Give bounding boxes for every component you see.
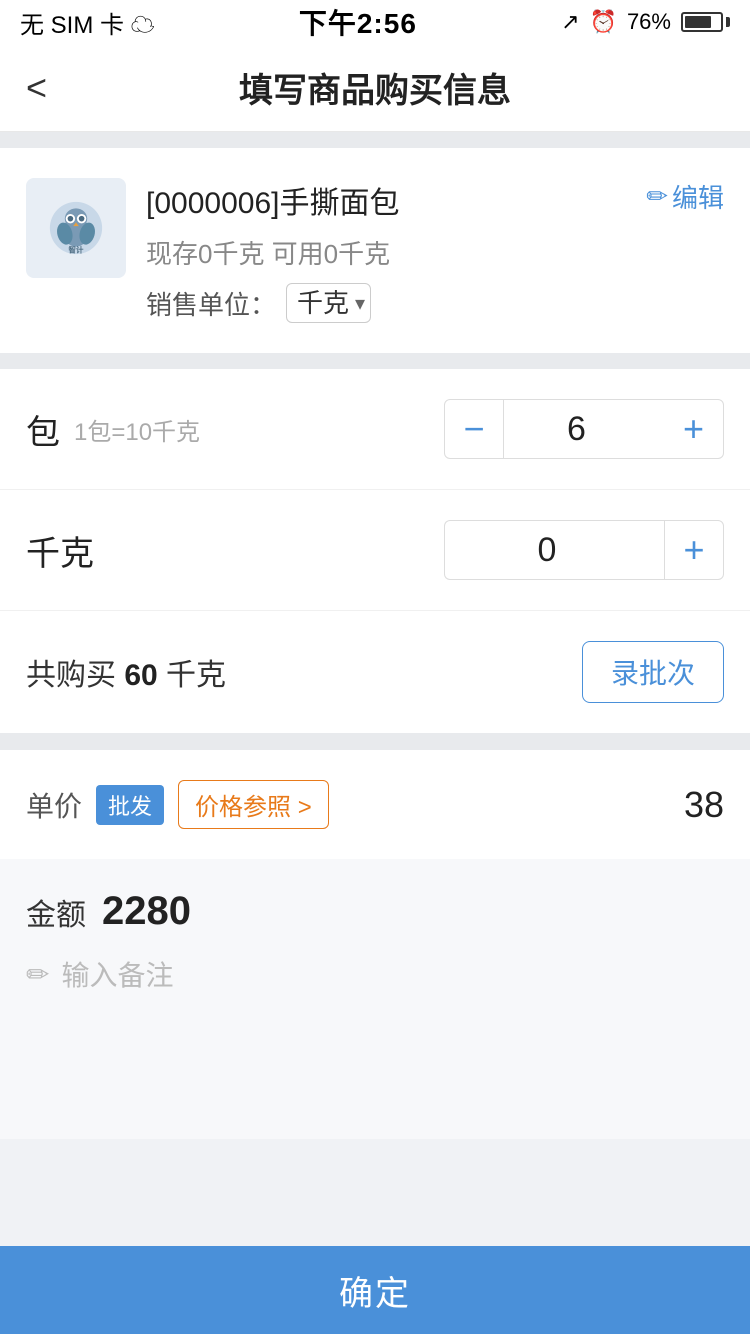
edit-button[interactable]: ✏ 编辑 bbox=[646, 178, 724, 215]
total-row: 共购买 60 千克 录批次 bbox=[0, 611, 750, 733]
pencil-icon: ✏ bbox=[26, 958, 49, 991]
quantity-row-kg: 千克 + bbox=[0, 490, 750, 611]
section-divider-2 bbox=[0, 733, 750, 749]
unit-label: 销售单位： bbox=[146, 285, 276, 322]
edit-icon: ✏ bbox=[646, 181, 668, 212]
product-name: [0000006]手撕面包 bbox=[146, 178, 646, 222]
edit-label: 编辑 bbox=[672, 178, 724, 215]
quantity-section: 包 1包=10千克 − + 千克 + bbox=[0, 369, 750, 611]
status-right: ↗ ⏰ 76% bbox=[561, 9, 730, 35]
amount-label: 金额 bbox=[26, 890, 86, 934]
quantity-row-bao: 包 1包=10千克 − + bbox=[0, 369, 750, 490]
status-left: 无 SIM 卡 ☁ bbox=[20, 5, 155, 40]
price-section: 单价 批发 价格参照 > 38 bbox=[0, 749, 750, 859]
bottom-spacer bbox=[0, 1139, 750, 1227]
status-bar: 无 SIM 卡 ☁ 下午2:56 ↗ ⏰ 76% bbox=[0, 0, 750, 44]
bao-minus-button[interactable]: − bbox=[444, 399, 504, 459]
back-button[interactable]: < bbox=[26, 67, 47, 109]
product-unit-row: 销售单位： 千克 包 克 bbox=[146, 283, 724, 323]
total-amount: 60 bbox=[124, 659, 157, 692]
confirm-section[interactable]: 确定 bbox=[0, 1246, 750, 1334]
price-left: 单价 批发 价格参照 > bbox=[26, 780, 329, 829]
amount-value: 2280 bbox=[102, 889, 191, 934]
svg-text:智计: 智计 bbox=[69, 244, 84, 254]
price-label: 单价 bbox=[26, 785, 82, 825]
product-thumbnail: 智计 bbox=[26, 178, 126, 278]
top-divider bbox=[0, 132, 750, 148]
unit-select-wrap[interactable]: 千克 包 克 bbox=[286, 283, 371, 323]
alarm-icon: ⏰ bbox=[590, 9, 617, 35]
nav-bar: < 填写商品购买信息 bbox=[0, 44, 750, 132]
bao-quantity-input[interactable] bbox=[504, 399, 664, 459]
page-title: 填写商品购买信息 bbox=[239, 63, 511, 112]
bao-quantity-control: − + bbox=[444, 399, 724, 459]
confirm-button-label: 确定 bbox=[339, 1266, 411, 1315]
unit-select[interactable]: 千克 包 克 bbox=[286, 283, 371, 323]
amount-section: 金额 2280 ✏ 输入备注 bbox=[0, 859, 750, 1139]
price-badge: 批发 bbox=[96, 785, 164, 825]
total-text: 共购买 60 千克 bbox=[26, 650, 226, 694]
sim-label: 无 SIM 卡 ☁ bbox=[20, 5, 155, 40]
amount-row: 金额 2280 bbox=[26, 889, 724, 934]
status-time: 下午2:56 bbox=[299, 2, 417, 42]
kg-quantity-control: + bbox=[444, 520, 724, 580]
product-logo: 智计 bbox=[48, 200, 104, 256]
kg-quantity-input[interactable] bbox=[444, 520, 664, 580]
kg-label-group: 千克 bbox=[26, 526, 444, 575]
price-ref-button[interactable]: 价格参照 > bbox=[178, 780, 329, 829]
product-info: [0000006]手撕面包 ✏ 编辑 现存0千克 可用0千克 销售单位： 千克 … bbox=[146, 178, 724, 323]
bao-label-group: 包 1包=10千克 bbox=[26, 405, 444, 454]
bao-main-label: 包 bbox=[26, 405, 60, 454]
product-card: 智计 [0000006]手撕面包 ✏ 编辑 现存0千克 可用0千克 销售单位： … bbox=[0, 148, 750, 353]
location-icon: ↗ bbox=[561, 9, 579, 35]
note-placeholder[interactable]: 输入备注 bbox=[61, 954, 173, 994]
section-divider-1 bbox=[0, 353, 750, 369]
note-row[interactable]: ✏ 输入备注 bbox=[26, 954, 724, 994]
price-ref-label: 价格参照 > bbox=[195, 787, 312, 822]
price-value: 38 bbox=[684, 784, 724, 826]
battery-percent: 76% bbox=[627, 9, 671, 35]
product-stock: 现存0千克 可用0千克 bbox=[146, 234, 724, 271]
batch-button[interactable]: 录批次 bbox=[582, 641, 724, 703]
bao-plus-button[interactable]: + bbox=[664, 399, 724, 459]
kg-main-label: 千克 bbox=[26, 526, 94, 575]
battery-icon bbox=[681, 12, 730, 32]
kg-plus-button[interactable]: + bbox=[664, 520, 724, 580]
bao-sub-label: 1包=10千克 bbox=[74, 412, 200, 447]
